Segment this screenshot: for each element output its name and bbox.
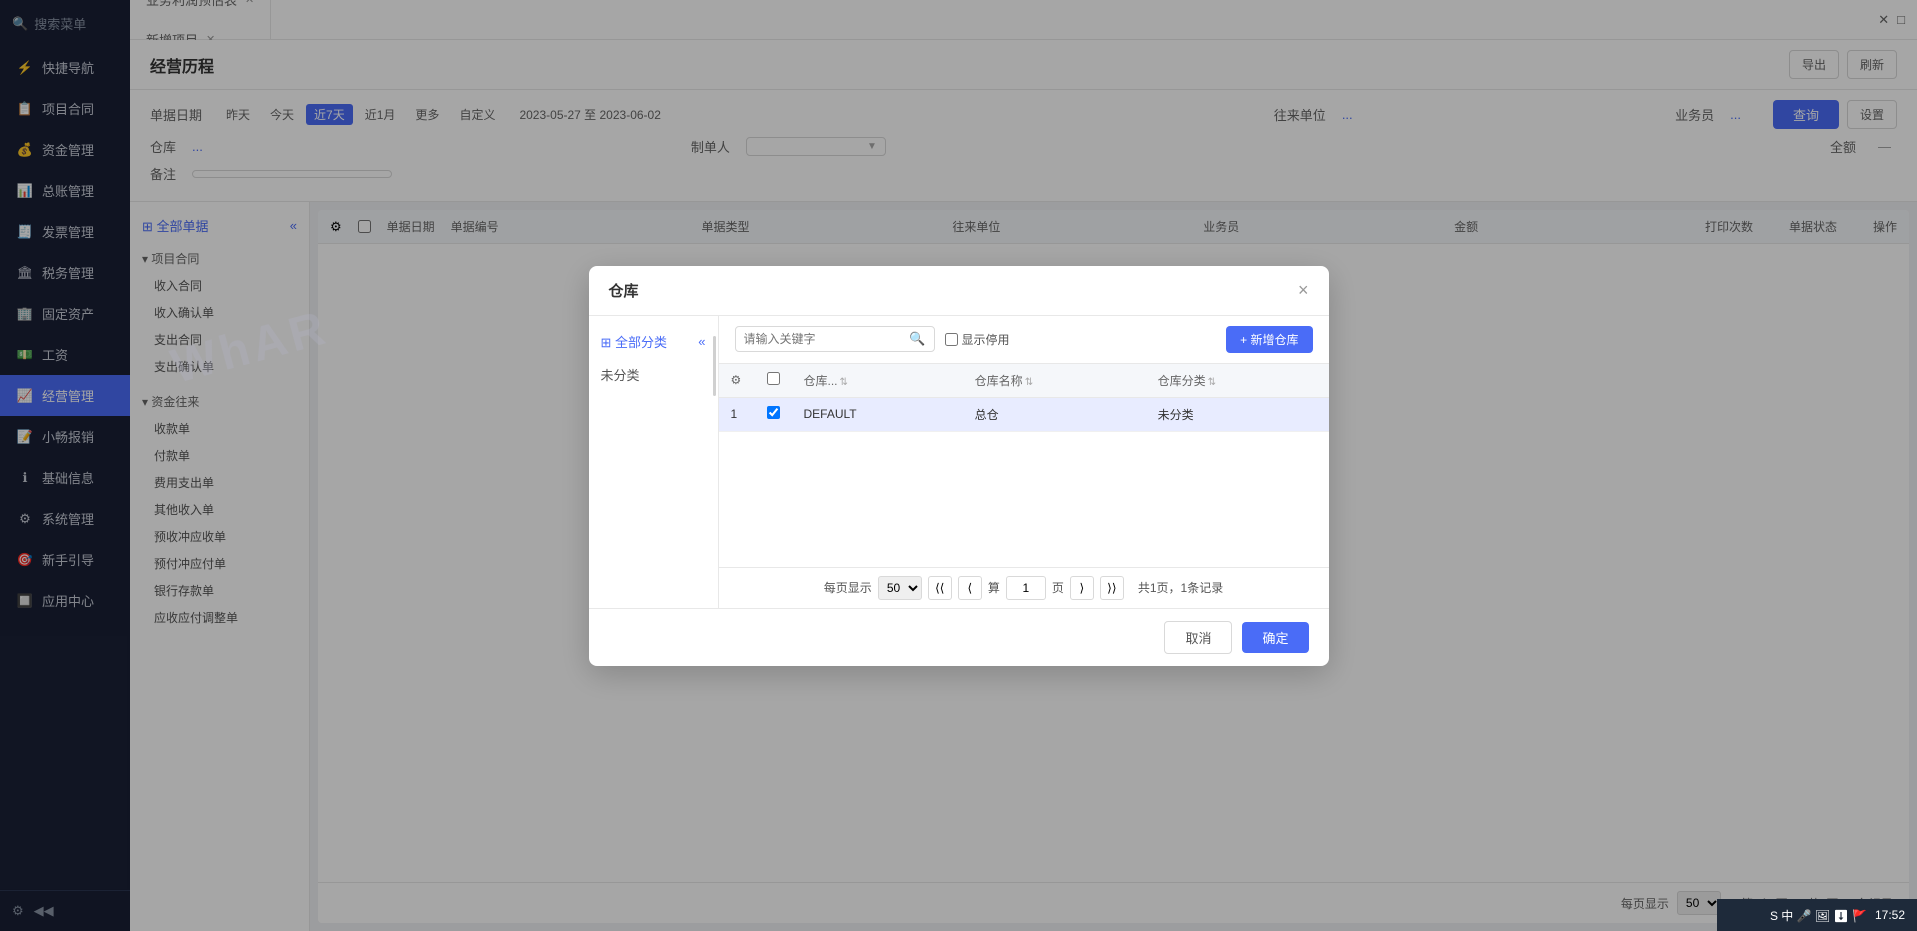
modal-title: 仓库 (609, 280, 639, 301)
modal-overlay: 仓库 × ⊞ 全部分类 « 未分类 🔍 (0, 0, 1917, 931)
col-code[interactable]: 仓库...⇅ (792, 364, 963, 398)
col-name[interactable]: 仓库名称⇅ (963, 364, 1146, 398)
modal-table-body: 1 DEFAULT 总仓 未分类 (719, 397, 1329, 431)
row-checkbox[interactable] (755, 397, 792, 431)
modal-warehouse-table: ⚙ 仓库...⇅ 仓库名称⇅ (719, 364, 1329, 567)
modal-toolbar: 🔍 显示停用 + 新增仓库 (719, 316, 1329, 364)
modal-body: ⊞ 全部分类 « 未分类 🔍 显示停用 + 新增仓库 (589, 316, 1329, 608)
show-disabled-checkbox[interactable] (945, 333, 958, 346)
modal-right-panel: 🔍 显示停用 + 新增仓库 ⚙ (719, 316, 1329, 608)
page-text: 算 (988, 579, 1000, 596)
row-seq: 1 (719, 397, 755, 431)
row-category: 未分类 (1146, 397, 1329, 431)
modal-pagination: 每页显示 50 ⟨⟨ ⟨ 算 页 ⟩ ⟩⟩ 共1页，1条记录 (719, 567, 1329, 608)
warehouse-search-input[interactable] (744, 332, 910, 346)
show-disabled-label: 显示停用 (962, 331, 1010, 348)
cancel-button[interactable]: 取消 (1164, 621, 1232, 654)
modal-select-all[interactable] (767, 372, 780, 385)
modal-left-scrollbar (713, 336, 716, 396)
modal-total-info: 共1页，1条记录 (1138, 579, 1223, 596)
add-warehouse-button[interactable]: + 新增仓库 (1226, 326, 1312, 353)
modal-first-page-btn[interactable]: ⟨⟨ (928, 576, 952, 600)
col-settings[interactable]: ⚙ (719, 364, 755, 398)
modal-category-未分类[interactable]: 未分类 (589, 357, 718, 392)
modal-last-page-btn[interactable]: ⟩⟩ (1100, 576, 1124, 600)
modal-prev-page-btn[interactable]: ⟨ (958, 576, 982, 600)
show-disabled-wrap: 显示停用 (945, 331, 1010, 348)
modal-close-button[interactable]: × (1298, 280, 1309, 301)
modal-next-page-btn[interactable]: ⟩ (1070, 576, 1094, 600)
search-input-wrap: 🔍 (735, 326, 935, 352)
confirm-button[interactable]: 确定 (1242, 622, 1308, 653)
modal-page-input[interactable] (1006, 576, 1046, 600)
system-tray: S 中 🎤 🖼 ⬇ 🚩 17:52 (1717, 899, 1917, 931)
system-time: 17:52 (1875, 908, 1905, 922)
modal-footer: 取消 确定 (589, 608, 1329, 666)
col-checkbox (755, 364, 792, 398)
modal-left-items: 未分类 (589, 357, 718, 392)
tray-icons: S 中 🎤 🖼 ⬇ 🚩 (1770, 907, 1867, 924)
col-category[interactable]: 仓库分类⇅ (1146, 364, 1329, 398)
row-name: 总仓 (963, 397, 1146, 431)
modal-header: 仓库 × (589, 266, 1329, 316)
page-unit: 页 (1052, 579, 1064, 596)
row-code: DEFAULT (792, 397, 963, 431)
modal-per-page-label: 每页显示 (824, 579, 872, 596)
modal-table-row[interactable]: 1 DEFAULT 总仓 未分类 (719, 397, 1329, 431)
warehouse-modal: 仓库 × ⊞ 全部分类 « 未分类 🔍 (589, 266, 1329, 666)
modal-left-panel: ⊞ 全部分类 « 未分类 (589, 316, 719, 608)
search-icon: 🔍 (909, 331, 925, 347)
modal-per-page-select[interactable]: 50 (878, 576, 922, 600)
modal-collapse-icon[interactable]: « (698, 334, 705, 349)
modal-all-category[interactable]: ⊞ 全部分类 « (589, 326, 718, 357)
